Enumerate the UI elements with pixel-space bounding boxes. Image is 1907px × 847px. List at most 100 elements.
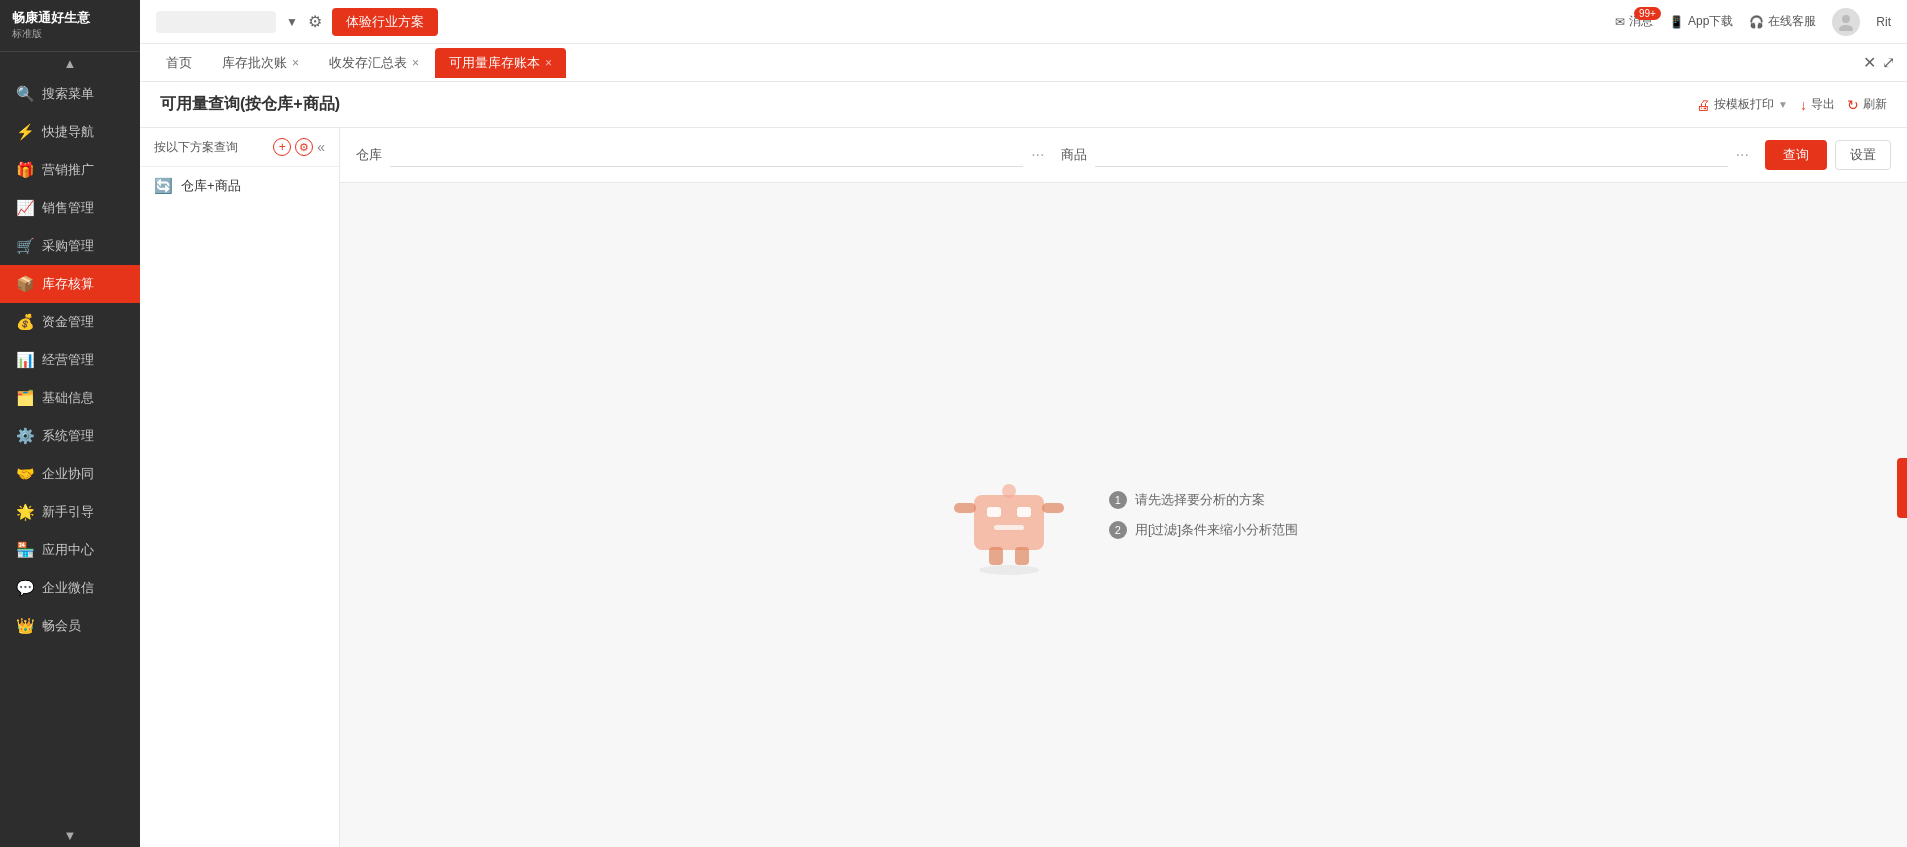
tab-summary-close[interactable]: × [412, 56, 419, 70]
sidebar-item-label: 销售管理 [42, 199, 94, 217]
app-label: App下载 [1688, 13, 1733, 30]
tab-batch[interactable]: 库存批次账 × [208, 48, 313, 78]
message-icon: ✉ [1615, 15, 1625, 29]
sidebar-item-basic[interactable]: 🗂️ 基础信息 [0, 379, 140, 417]
topbar-gear-icon[interactable]: ⚙ [308, 12, 322, 31]
main-area: ▼ ⚙ 体验行业方案 ✉ 消息 99+ 📱 App下载 🎧 在线客服 [140, 0, 1907, 847]
sidebar-item-label: 营销推广 [42, 161, 94, 179]
warehouse-label: 仓库 [356, 146, 382, 164]
topbar: ▼ ⚙ 体验行业方案 ✉ 消息 99+ 📱 App下载 🎧 在线客服 [140, 0, 1907, 44]
purchase-icon: 🛒 [16, 237, 34, 255]
sidebar-item-finance[interactable]: 💰 资金管理 [0, 303, 140, 341]
content-area: 按以下方案查询 + ⚙ « 🔄 仓库+商品 仓库 ··· [140, 128, 1907, 847]
tab-home[interactable]: 首页 [152, 48, 206, 78]
tip-text-2: 用[过滤]条件来缩小分析范围 [1135, 521, 1298, 539]
sidebar-item-system[interactable]: ⚙️ 系统管理 [0, 417, 140, 455]
app-icon: 📱 [1669, 15, 1684, 29]
tip-text-1: 请先选择要分析的方案 [1135, 491, 1265, 509]
sales-icon: 📈 [16, 199, 34, 217]
filter-collapse-button[interactable]: « [317, 139, 325, 155]
basic-icon: 🗂️ [16, 389, 34, 407]
search-nav-icon: 🔍 [16, 85, 34, 103]
filter-header: 按以下方案查询 + ⚙ « [140, 128, 339, 167]
svg-point-0 [1842, 15, 1850, 23]
sidebar-item-search[interactable]: 🔍 搜索菜单 [0, 75, 140, 113]
topbar-left: ▼ ⚙ 体验行业方案 [156, 8, 438, 36]
close-all-tabs-button[interactable]: ✕ [1863, 53, 1876, 72]
print-label: 按模板打印 [1714, 96, 1774, 113]
sidebar-item-label: 经营管理 [42, 351, 94, 369]
sidebar-item-label: 畅会员 [42, 617, 81, 635]
filter-panel: 按以下方案查询 + ⚙ « 🔄 仓库+商品 [140, 128, 340, 847]
svg-rect-5 [994, 525, 1024, 530]
tab-available-close[interactable]: × [545, 56, 552, 70]
tab-summary[interactable]: 收发存汇总表 × [315, 48, 433, 78]
goods-input[interactable] [1095, 143, 1728, 167]
empty-state: 1 请先选择要分析的方案 2 用[过滤]条件来缩小分析范围 [340, 183, 1907, 847]
filter-settings-button[interactable]: ⚙ [295, 138, 313, 156]
refresh-icon: ↻ [1847, 97, 1859, 113]
appstore-icon: 🏪 [16, 541, 34, 559]
sidebar-item-newbie[interactable]: 🌟 新手引导 [0, 493, 140, 531]
message-badge: 99+ [1634, 7, 1661, 20]
sidebar-scroll-up[interactable]: ▲ [0, 52, 140, 75]
sidebar-header: 畅康通好生意 标准版 [0, 0, 140, 52]
sidebar-item-appstore[interactable]: 🏪 应用中心 [0, 531, 140, 569]
coop-icon: 🤝 [16, 465, 34, 483]
sidebar-item-inventory[interactable]: 📦 库存核算 [0, 265, 140, 303]
right-scroll-handle[interactable] [1897, 458, 1907, 518]
svg-rect-3 [987, 507, 1001, 517]
sidebar-item-operation[interactable]: 📊 经营管理 [0, 341, 140, 379]
sidebar: 畅康通好生意 标准版 ▲ 🔍 搜索菜单 ⚡ 快捷导航 🎁 营销推广 📈 销售管理… [0, 0, 140, 847]
export-button[interactable]: ↓ 导出 [1800, 96, 1835, 113]
avatar-icon [1837, 13, 1855, 31]
industry-solution-button[interactable]: 体验行业方案 [332, 8, 438, 36]
warehouse-input[interactable] [390, 143, 1023, 167]
sidebar-item-sales[interactable]: 📈 销售管理 [0, 189, 140, 227]
goods-more-icon[interactable]: ··· [1736, 146, 1749, 164]
topbar-dropdown-btn[interactable]: ▼ [286, 15, 298, 29]
sidebar-item-member[interactable]: 👑 畅会员 [0, 607, 140, 645]
print-button[interactable]: 🖨 按模板打印 ▼ [1696, 96, 1788, 113]
tabs-bar: 首页 库存批次账 × 收发存汇总表 × 可用量库存账本 × ✕ ⤢ [140, 44, 1907, 82]
expand-tab-button[interactable]: ⤢ [1882, 53, 1895, 72]
filter-actions: + ⚙ « [273, 138, 325, 156]
sidebar-item-wechat[interactable]: 💬 企业微信 [0, 569, 140, 607]
sidebar-item-shortcut[interactable]: ⚡ 快捷导航 [0, 113, 140, 151]
sidebar-item-coop[interactable]: 🤝 企业协同 [0, 455, 140, 493]
sidebar-item-label: 企业微信 [42, 579, 94, 597]
sidebar-item-label: 快捷导航 [42, 123, 94, 141]
tab-batch-label: 库存批次账 [222, 54, 287, 72]
sidebar-item-purchase[interactable]: 🛒 采购管理 [0, 227, 140, 265]
export-icon: ↓ [1800, 97, 1807, 113]
message-button[interactable]: ✉ 消息 99+ [1615, 13, 1653, 30]
settings-button[interactable]: 设置 [1835, 140, 1891, 170]
sidebar-item-label: 基础信息 [42, 389, 94, 407]
svg-rect-2 [974, 495, 1044, 550]
goods-field: 商品 ··· [1061, 143, 1750, 167]
filter-add-button[interactable]: + [273, 138, 291, 156]
filter-item-warehouse-goods[interactable]: 🔄 仓库+商品 [140, 167, 339, 205]
right-content: 仓库 ··· 商品 ··· 查询 设置 [340, 128, 1907, 847]
username-label[interactable]: Rit [1876, 15, 1891, 29]
empty-illustration [949, 455, 1069, 575]
tab-summary-label: 收发存汇总表 [329, 54, 407, 72]
sidebar-item-label: 资金管理 [42, 313, 94, 331]
svg-rect-4 [1017, 507, 1031, 517]
print-chevron-icon: ▼ [1778, 99, 1788, 110]
tab-available[interactable]: 可用量库存账本 × [435, 48, 566, 78]
refresh-button[interactable]: ↻ 刷新 [1847, 96, 1887, 113]
app-download-button[interactable]: 📱 App下载 [1669, 13, 1733, 30]
sidebar-scroll-down[interactable]: ▼ [0, 824, 140, 847]
svg-point-11 [979, 565, 1039, 575]
online-service-button[interactable]: 🎧 在线客服 [1749, 13, 1816, 30]
sidebar-item-marketing[interactable]: 🎁 营销推广 [0, 151, 140, 189]
topbar-search-input[interactable] [156, 11, 276, 33]
page-title: 可用量查询(按仓库+商品) [160, 94, 340, 115]
query-button[interactable]: 查询 [1765, 140, 1827, 170]
warehouse-goods-icon: 🔄 [154, 177, 173, 195]
svg-rect-9 [1042, 503, 1064, 513]
service-icon: 🎧 [1749, 15, 1764, 29]
tab-batch-close[interactable]: × [292, 56, 299, 70]
warehouse-more-icon[interactable]: ··· [1031, 146, 1044, 164]
